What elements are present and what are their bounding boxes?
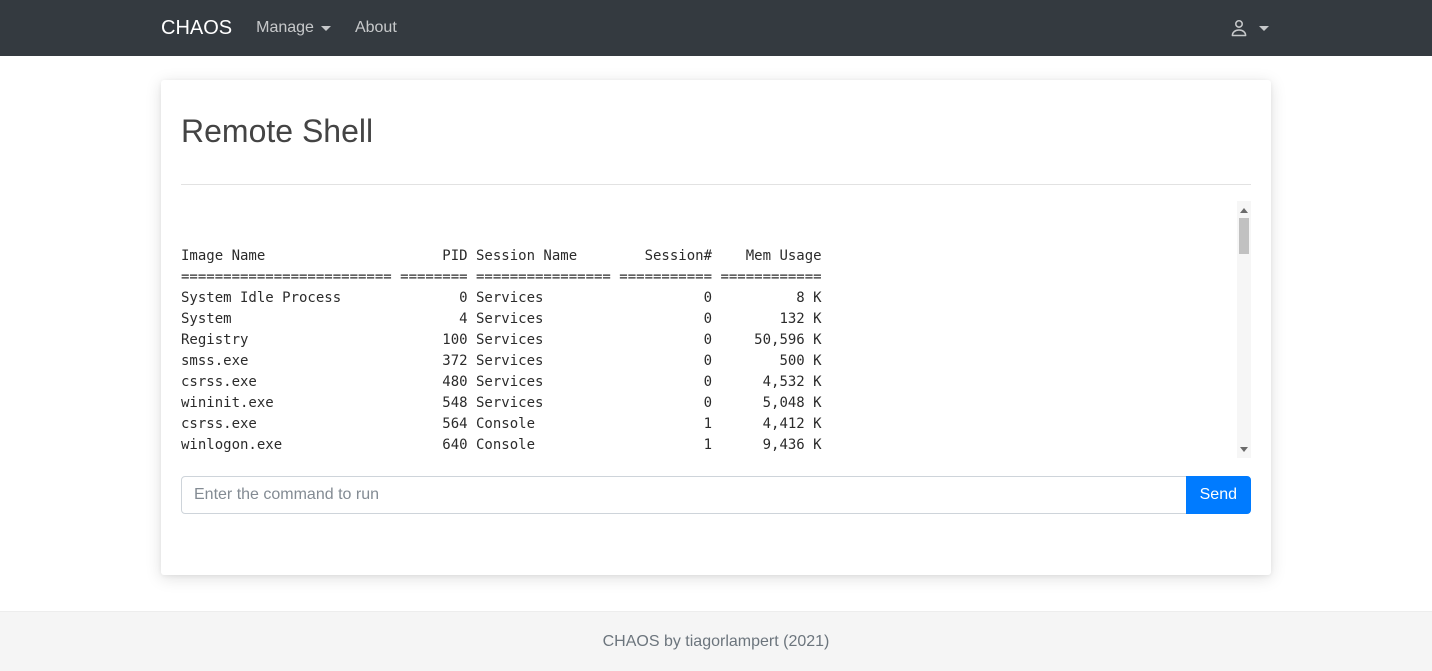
brand-logo[interactable]: CHAOS xyxy=(161,16,232,40)
remote-shell-card: Remote Shell Image Name PID Session Name… xyxy=(161,80,1271,575)
scroll-up-icon xyxy=(1240,208,1248,213)
nav-item-about-label: About xyxy=(355,19,397,37)
scroll-up-button[interactable] xyxy=(1237,203,1251,217)
command-input[interactable] xyxy=(181,476,1187,514)
footer-credit-text: CHAOS by tiagorlampert (2021) xyxy=(603,633,830,651)
command-input-group: Send xyxy=(181,476,1251,514)
nav-item-manage[interactable]: Manage xyxy=(248,11,339,45)
chevron-down-icon xyxy=(1259,26,1269,31)
person-icon xyxy=(1228,17,1250,39)
nav-item-manage-label: Manage xyxy=(256,19,314,37)
scroll-down-button[interactable] xyxy=(1237,442,1251,456)
terminal-scrollbar[interactable] xyxy=(1237,201,1251,458)
navbar-container: CHAOS Manage About xyxy=(146,11,1286,45)
scrollbar-thumb[interactable] xyxy=(1239,218,1249,254)
terminal-output-panel[interactable]: Image Name PID Session Name Session# Mem… xyxy=(181,201,1251,458)
terminal-output-text: Image Name PID Session Name Session# Mem… xyxy=(181,201,1251,456)
send-button[interactable]: Send xyxy=(1186,476,1251,514)
page-title: Remote Shell xyxy=(181,112,1251,150)
main-content: Remote Shell Image Name PID Session Name… xyxy=(0,56,1432,611)
main-nav: Manage About xyxy=(248,11,1226,45)
user-menu-toggle[interactable] xyxy=(1226,13,1271,43)
scroll-down-icon xyxy=(1240,447,1248,452)
title-divider xyxy=(181,184,1251,185)
navbar: CHAOS Manage About xyxy=(0,0,1432,56)
chevron-down-icon xyxy=(321,26,331,31)
footer: CHAOS by tiagorlampert (2021) xyxy=(0,611,1432,671)
nav-item-about[interactable]: About xyxy=(347,11,405,45)
